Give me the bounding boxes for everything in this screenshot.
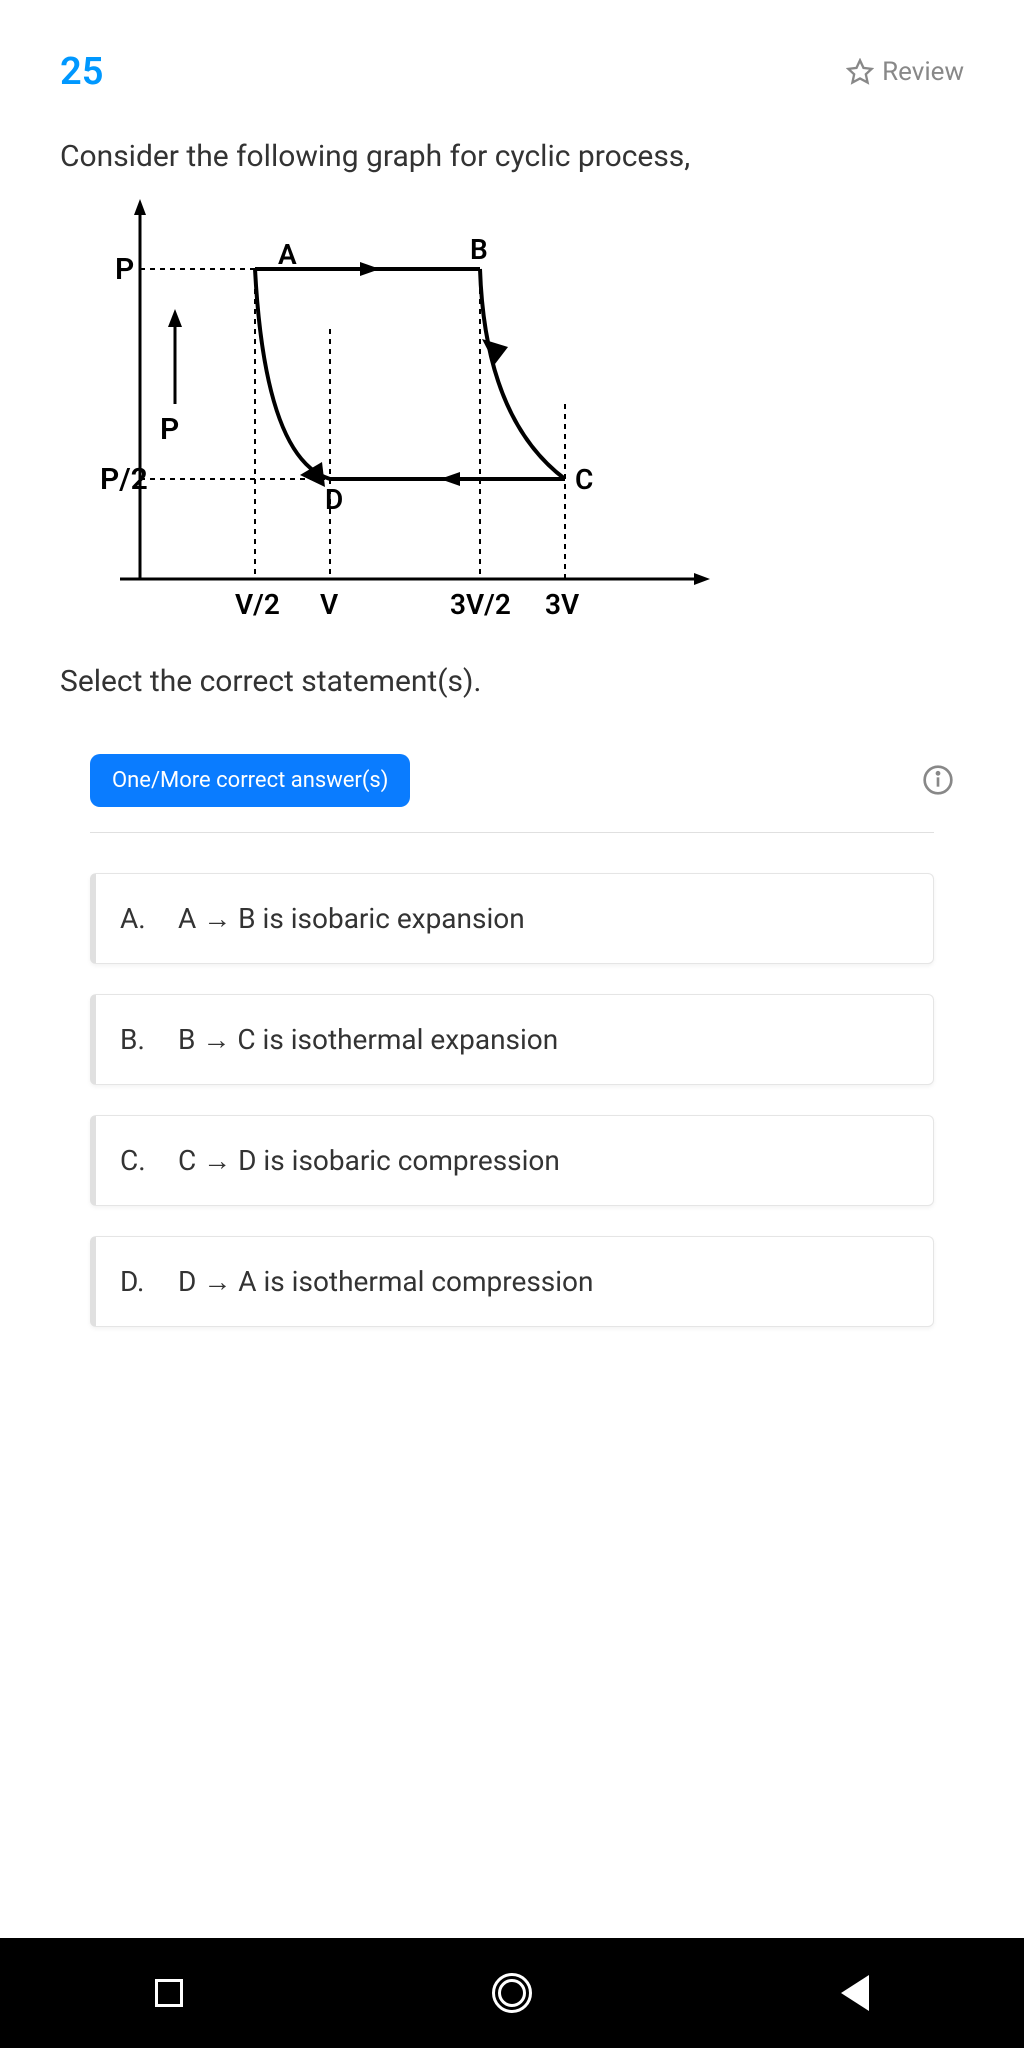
review-label: Review (882, 57, 964, 87)
option-letter: B. (120, 1023, 148, 1056)
recent-apps-button[interactable] (155, 1979, 183, 2007)
info-icon[interactable] (922, 764, 954, 796)
graph-node-B: B (470, 233, 488, 266)
graph-xtick-3: 3V (545, 588, 580, 621)
review-button[interactable]: Review (846, 57, 964, 87)
option-text: B → C is isothermal expansion (178, 1023, 558, 1056)
graph-xtick-1: V (320, 588, 339, 621)
answer-type-badge: One/More correct answer(s) (90, 754, 410, 807)
graph-node-C: C (575, 463, 593, 496)
option-text: C → D is isobaric compression (178, 1144, 560, 1177)
select-statement-text: Select the correct statement(s). (60, 659, 964, 704)
option-c[interactable]: C. C → D is isobaric compression (90, 1115, 934, 1206)
pv-graph: P P P/2 A B C D V/2 V 3V/2 3V (60, 189, 740, 639)
back-button[interactable] (841, 1975, 869, 2011)
option-b[interactable]: B. B → C is isothermal expansion (90, 994, 934, 1085)
graph-xtick-0: V/2 (235, 588, 280, 621)
android-nav-bar (0, 1938, 1024, 2048)
header-row: 25 Review (60, 50, 964, 94)
graph-yaxis-label: P (160, 412, 179, 447)
home-icon (498, 1979, 526, 2007)
star-icon (846, 58, 874, 86)
option-d[interactable]: D. D → A is isothermal compression (90, 1236, 934, 1327)
question-page: 25 Review Consider the following graph f… (0, 0, 1024, 1938)
home-button[interactable] (492, 1973, 532, 2013)
question-prompt: Consider the following graph for cyclic … (60, 134, 964, 179)
option-letter: A. (120, 902, 148, 935)
option-letter: D. (120, 1265, 148, 1298)
option-a[interactable]: A. A → B is isobaric expansion (90, 873, 934, 964)
divider (90, 832, 934, 833)
question-number: 25 (60, 50, 103, 94)
graph-node-A: A (278, 238, 297, 271)
option-text: A → B is isobaric expansion (178, 902, 525, 935)
options-list: A. A → B is isobaric expansion B. B → C … (60, 873, 964, 1327)
graph-node-D: D (325, 483, 343, 516)
graph-xtick-2: 3V/2 (450, 588, 511, 621)
graph-ytick-P: P (115, 252, 134, 287)
graph-ytick-Phalf: P/2 (100, 462, 148, 497)
option-letter: C. (120, 1144, 148, 1177)
option-text: D → A is isothermal compression (178, 1265, 594, 1298)
